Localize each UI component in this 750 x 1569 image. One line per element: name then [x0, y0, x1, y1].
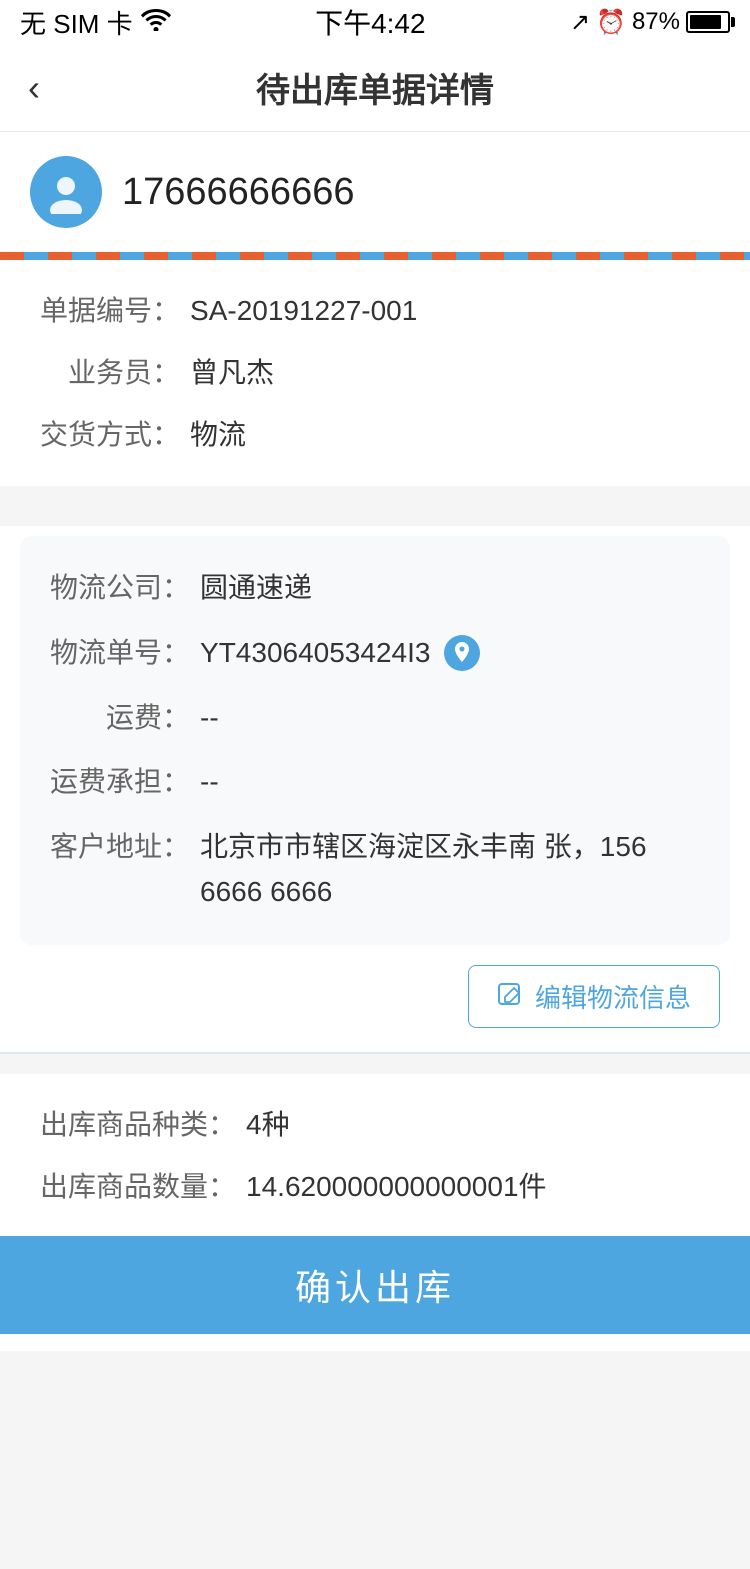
status-time: 下午4:42: [315, 2, 426, 42]
tracking-no-label: 物流单号：: [50, 631, 190, 676]
location-icon[interactable]: [444, 635, 480, 671]
document-no-label: 单据编号：: [40, 290, 180, 332]
delivery-method-label: 交货方式：: [40, 414, 180, 456]
customer-phone: 17666666666: [122, 171, 354, 214]
edit-logistics-label: 编辑物流信息: [535, 978, 691, 1015]
goods-quantity-label: 出库商品数量：: [40, 1166, 236, 1208]
logistics-card: 物流公司： 圆通速递 物流单号： YT43064053424I3 运费： --: [20, 536, 730, 945]
goods-type-value: 4种: [246, 1104, 710, 1146]
confirm-bar[interactable]: 确认出库: [0, 1236, 750, 1334]
goods-quantity-value: 14.620000000000001件: [246, 1166, 710, 1208]
freight-row: 运费： --: [50, 696, 700, 741]
salesman-row: 业务员： 曾凡杰: [40, 352, 710, 394]
address-row: 客户地址： 北京市市辖区海淀区永丰南 张，156 6666 6666: [50, 825, 700, 915]
goods-section: 出库商品种类： 4种 出库商品数量： 14.620000000000001件: [0, 1074, 750, 1238]
delivery-method-value: 物流: [190, 414, 710, 456]
avatar: [30, 156, 102, 228]
status-left: 无 SIM 卡: [20, 4, 171, 41]
logistics-company-label: 物流公司：: [50, 566, 190, 611]
goods-type-row: 出库商品种类： 4种: [40, 1104, 710, 1146]
document-no-row: 单据编号： SA-20191227-001: [40, 290, 710, 332]
salesman-label: 业务员：: [40, 352, 180, 394]
logistics-company-row: 物流公司： 圆通速递: [50, 566, 700, 611]
freight-bearer-row: 运费承担： --: [50, 760, 700, 805]
location-status-icon: ↗: [570, 8, 590, 37]
nav-bar: ‹ 待出库单据详情: [0, 44, 750, 132]
order-info-section: 单据编号： SA-20191227-001 业务员： 曾凡杰 交货方式： 物流: [0, 260, 750, 486]
edit-logistics-wrapper: 编辑物流信息: [0, 965, 750, 1052]
freight-value: --: [200, 696, 700, 741]
confirm-button-text: 确认出库: [295, 1259, 455, 1311]
customer-header: 17666666666: [0, 132, 750, 252]
back-button[interactable]: ‹: [28, 67, 40, 109]
delivery-method-row: 交货方式： 物流: [40, 414, 710, 456]
alarm-status-icon: ⏰: [596, 8, 626, 37]
goods-quantity-row: 出库商品数量： 14.620000000000001件: [40, 1166, 710, 1208]
salesman-value: 曾凡杰: [190, 352, 710, 394]
freight-bearer-label: 运费承担：: [50, 760, 190, 805]
edit-icon: [497, 982, 525, 1010]
battery-icon: [686, 11, 730, 33]
wifi-icon: [141, 7, 171, 38]
edit-logistics-button[interactable]: 编辑物流信息: [468, 965, 720, 1028]
goods-type-label: 出库商品种类：: [40, 1104, 236, 1146]
address-label: 客户地址：: [50, 825, 190, 870]
status-right: ↗ ⏰ 87%: [570, 8, 730, 37]
bottom-spacer: [0, 1351, 750, 1471]
dashed-divider: [0, 252, 750, 260]
tracking-no-row: 物流单号： YT43064053424I3: [50, 631, 700, 676]
nav-title: 待出库单据详情: [256, 63, 494, 112]
tracking-no-value: YT43064053424I3: [200, 631, 700, 676]
status-bar: 无 SIM 卡 下午4:42 ↗ ⏰ 87%: [0, 0, 750, 44]
document-no-value: SA-20191227-001: [190, 290, 710, 332]
address-value: 北京市市辖区海淀区永丰南 张，156 6666 6666: [200, 825, 700, 915]
freight-bearer-value: --: [200, 760, 700, 805]
battery-percent: 87%: [632, 8, 680, 36]
carrier-text: 无 SIM 卡: [20, 4, 133, 41]
logistics-company-value: 圆通速递: [200, 566, 700, 611]
freight-label: 运费：: [50, 696, 190, 741]
logistics-wrapper: 物流公司： 圆通速递 物流单号： YT43064053424I3 运费： --: [0, 526, 750, 1052]
